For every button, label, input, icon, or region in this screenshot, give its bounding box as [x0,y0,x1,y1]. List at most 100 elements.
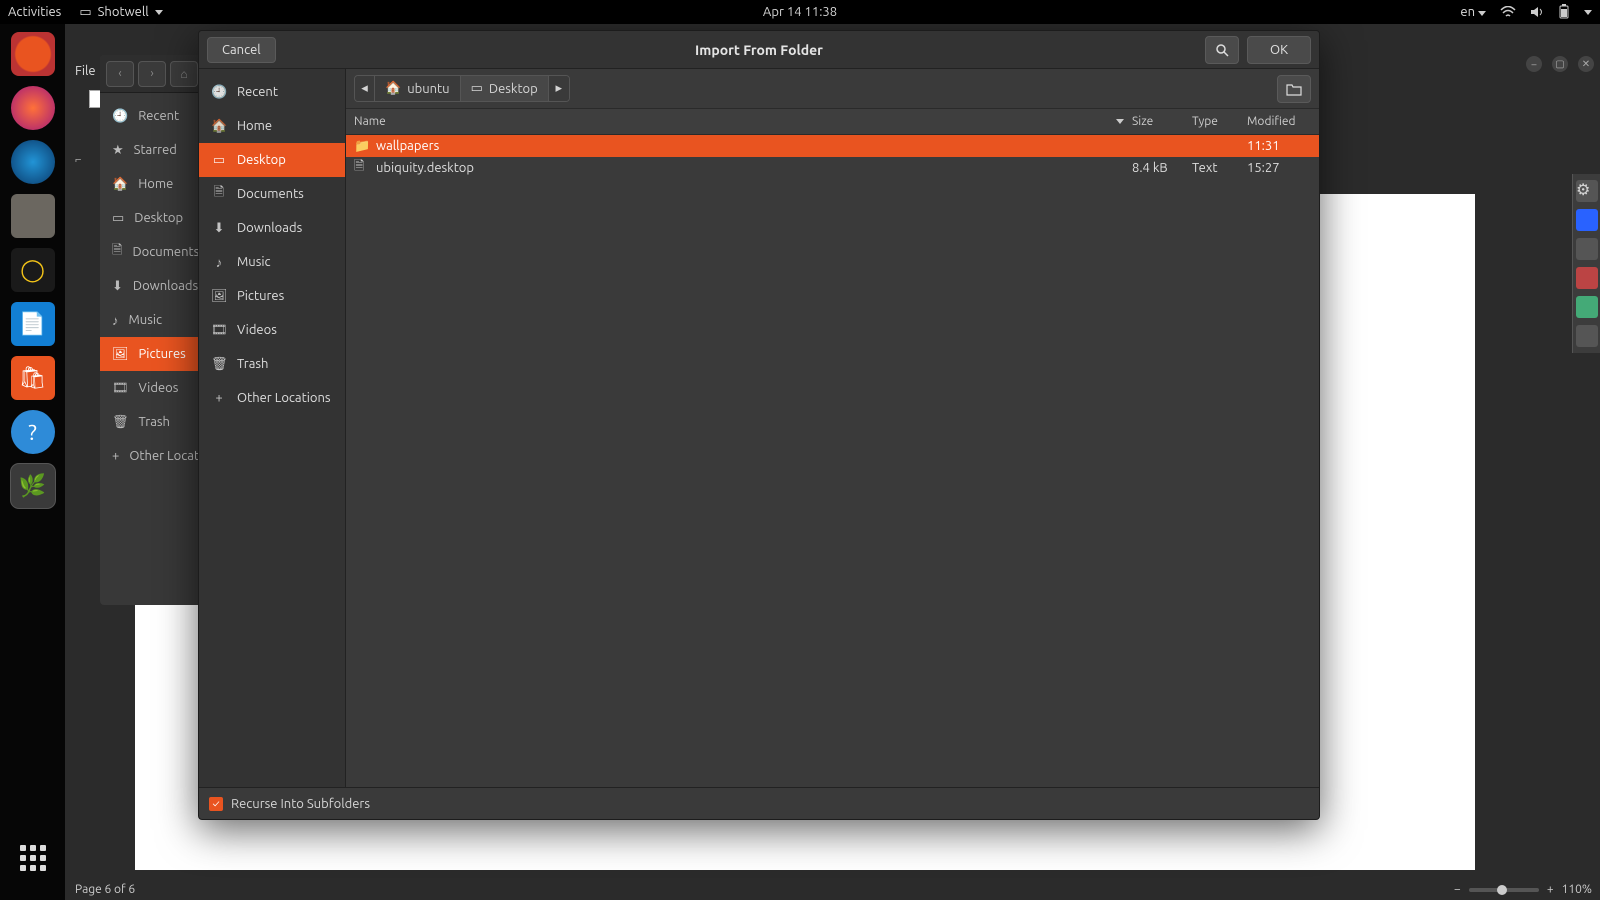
chevron-down-icon [1478,11,1486,16]
import-from-folder-dialog: Cancel Import From Folder OK 🕘Recent🏠Hom… [198,30,1320,820]
place-trash[interactable]: 🗑Trash [199,347,345,381]
file-row[interactable]: 📁wallpapers11:31 [346,135,1319,157]
app-menu[interactable]: ▭ Shotwell [79,5,162,20]
maximize-button[interactable]: ▢ [1552,56,1568,72]
breadcrumb-forward[interactable]: ▸ [549,76,569,101]
place-music[interactable]: ♪Music [199,245,345,279]
place-icon: + [112,449,119,463]
minimize-button[interactable]: – [1526,56,1542,72]
cancel-button[interactable]: Cancel [207,37,276,63]
file-name: wallpapers [372,139,1132,153]
search-button[interactable] [1205,36,1239,64]
nav-back-button[interactable]: ‹ [106,61,134,87]
place-icon: ▭ [211,153,227,168]
dialog-header: Cancel Import From Folder OK [199,31,1319,69]
file-modified: 15:27 [1247,161,1319,175]
file-list[interactable]: 📁wallpapers11:31🗎ubiquity.desktop8.4 kBT… [346,135,1319,787]
dock-item-ubuntu[interactable] [11,32,55,76]
panel-styles-icon[interactable] [1576,238,1598,260]
file-row[interactable]: 🗎ubiquity.desktop8.4 kBText15:27 [346,157,1319,179]
chevron-down-icon [1584,10,1592,15]
column-name[interactable]: Name [354,115,386,128]
clock[interactable]: Apr 14 11:38 [763,5,837,19]
panel-page-icon[interactable] [1576,209,1598,231]
panel-properties-icon[interactable]: ⚙ [1576,180,1598,202]
place-icon: 🕘 [211,85,227,100]
nav-home-button[interactable]: ⌂ [170,61,198,87]
panel-extra-icon[interactable] [1576,325,1598,347]
menu-file[interactable]: File [75,64,96,78]
recurse-checkbox[interactable]: ✓ [209,797,223,811]
place-icon: + [211,391,227,405]
network-icon[interactable] [1500,6,1516,18]
file-size: 8.4 kB [1132,161,1192,175]
sort-indicator-icon [1116,119,1124,124]
dock-item-help[interactable]: ? [11,410,55,454]
close-button[interactable]: ✕ [1578,56,1594,72]
breadcrumb-ubuntu[interactable]: 🏠ubuntu [375,76,461,101]
activities-button[interactable]: Activities [8,5,61,19]
search-icon [1215,43,1229,57]
dock-item-writer[interactable]: 📄 [11,302,55,346]
column-modified[interactable]: Modified [1247,115,1319,128]
sidebar-item-label: Recent [138,109,179,123]
place-recent[interactable]: 🕘Recent [199,75,345,109]
column-size[interactable]: Size [1132,115,1192,128]
panel-navigator-icon[interactable] [1576,296,1598,318]
folder-icon: 🏠 [385,81,401,96]
ok-button[interactable]: OK [1247,36,1311,64]
sidebar-item-label: Documents [132,245,199,259]
show-applications-button[interactable] [11,836,55,880]
dock-item-firefox[interactable] [11,86,55,130]
place-icon: ⬇ [112,279,123,294]
place-label: Downloads [237,221,302,235]
dock-item-shotwell[interactable]: 🌿 [11,464,55,508]
recurse-label: Recurse Into Subfolders [231,797,370,811]
breadcrumb-back[interactable]: ◂ [355,76,375,101]
place-label: Home [237,119,272,133]
create-folder-button[interactable] [1277,75,1311,103]
place-home[interactable]: 🏠Home [199,109,345,143]
column-type[interactable]: Type [1192,115,1247,128]
chevron-down-icon [155,10,163,15]
sidebar-item-label: Videos [139,381,179,395]
file-name: ubiquity.desktop [372,161,1132,175]
place-icon: 🗎 [112,241,122,263]
volume-icon[interactable] [1530,6,1544,18]
place-icon: 🎞 [211,323,227,338]
dialog-title: Import From Folder [695,42,823,58]
path-bar: ◂🏠ubuntu ▭ Desktop ▸ [346,69,1319,109]
zoom-out-icon[interactable]: − [1454,883,1461,896]
place-videos[interactable]: 🎞Videos [199,313,345,347]
place-desktop[interactable]: ▭Desktop [199,143,345,177]
file-icon: 🗎 [354,157,372,179]
right-properties-panel: ⚙ [1572,174,1600,353]
dock-item-thunderbird[interactable] [11,140,55,184]
place-icon: 🖼 [211,289,227,304]
column-headers[interactable]: Name Size Type Modified [346,109,1319,135]
place-icon: ▭ [112,211,124,226]
zoom-slider[interactable] [1469,888,1539,892]
place-downloads[interactable]: ⬇ Downloads [199,211,345,245]
place-pictures[interactable]: 🖼Pictures [199,279,345,313]
place-icon: ⬇ [211,221,227,236]
folder-icon: ▭ [471,81,483,96]
ruler-corner: ⌐ [75,154,81,166]
breadcrumb-label: Desktop [489,82,538,96]
system-top-bar: Activities ▭ Shotwell Apr 14 11:38 en [0,0,1600,24]
nav-forward-button[interactable]: › [138,61,166,87]
place-other-locations[interactable]: +Other Locations [199,381,345,415]
dock-item-rhythmbox[interactable]: ◯ [11,248,55,292]
zoom-value: 110% [1562,883,1592,896]
zoom-in-icon[interactable]: + [1547,883,1554,896]
panel-gallery-icon[interactable] [1576,267,1598,289]
place-label: Trash [237,357,268,371]
dock-item-software[interactable]: 🛍 [11,356,55,400]
input-source-indicator[interactable]: en [1460,5,1486,19]
battery-icon[interactable] [1558,4,1570,20]
zoom-control[interactable]: − + 110% [1454,883,1592,896]
dock-item-files[interactable] [11,194,55,238]
sidebar-item-label: Home [138,177,173,191]
place-documents[interactable]: 🗎Documents [199,177,345,211]
breadcrumb-desktop[interactable]: ▭ Desktop [461,76,549,101]
